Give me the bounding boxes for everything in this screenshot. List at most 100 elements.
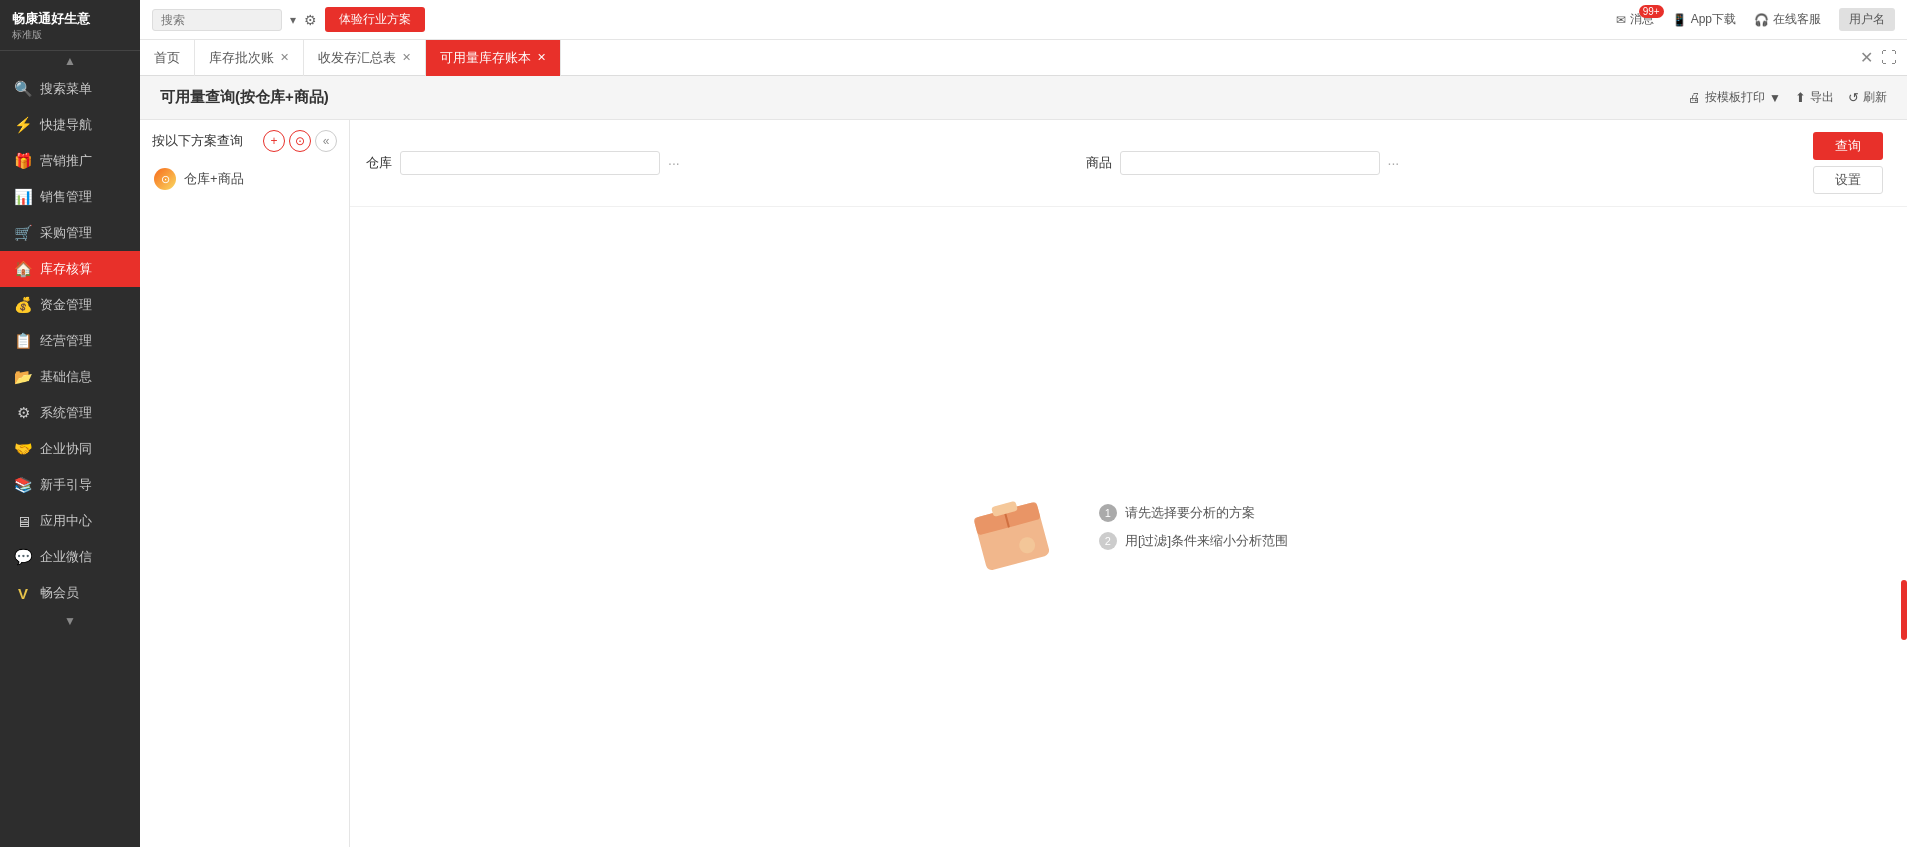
sidebar-item-system[interactable]: ⚙ 系统管理 xyxy=(0,395,140,431)
sidebar-item-marketing[interactable]: 🎁 营销推广 xyxy=(0,143,140,179)
page-header: 可用量查询(按仓库+商品) 🖨 按模板打印 ▼ ⬆ 导出 ↺ 刷新 xyxy=(140,76,1907,120)
finance-icon: 💰 xyxy=(14,296,32,314)
trial-button[interactable]: 体验行业方案 xyxy=(325,7,425,32)
tabs-actions: ✕ ⛶ xyxy=(1860,48,1907,67)
topbar-right: ✉ 消息 99+ 📱 App下载 🎧 在线客服 用户名 xyxy=(1616,8,1895,31)
tab-available-close[interactable]: ✕ xyxy=(537,51,546,64)
tab-collect[interactable]: 收发存汇总表 ✕ xyxy=(304,40,426,76)
sidebar-item-label: 采购管理 xyxy=(40,224,92,242)
sidebar-item-member[interactable]: V 畅会员 xyxy=(0,575,140,611)
warehouse-label: 仓库 xyxy=(366,154,392,172)
wechat-icon: 💬 xyxy=(14,548,32,566)
operation-icon: 📋 xyxy=(14,332,32,350)
sidebar-item-label: 快捷导航 xyxy=(40,116,92,134)
search-icon: 🔍 xyxy=(14,80,32,98)
filter-add-button[interactable]: + xyxy=(263,130,285,152)
warehouse-dots[interactable]: ··· xyxy=(668,155,680,171)
empty-step2: 2 用[过滤]条件来缩小分析范围 xyxy=(1099,532,1288,550)
sidebar-scroll-up[interactable]: ▲ xyxy=(0,51,140,71)
top-bar: ▾ ⚙ 体验行业方案 ✉ 消息 99+ 📱 App下载 🎧 在线客服 用户名 xyxy=(140,0,1907,40)
sidebar-item-finance[interactable]: 💰 资金管理 xyxy=(0,287,140,323)
settings-button[interactable]: 设置 xyxy=(1813,166,1883,194)
topbar-gear-icon[interactable]: ⚙ xyxy=(304,12,317,28)
print-button[interactable]: 🖨 按模板打印 ▼ xyxy=(1688,89,1781,106)
print-label: 按模板打印 xyxy=(1705,89,1765,106)
page-title: 可用量查询(按仓库+商品) xyxy=(160,88,329,107)
tab-collect-label: 收发存汇总表 xyxy=(318,49,396,67)
sidebar-item-search[interactable]: 🔍 搜索菜单 xyxy=(0,71,140,107)
sidebar-item-label: 资金管理 xyxy=(40,296,92,314)
tab-available[interactable]: 可用量库存账本 ✕ xyxy=(426,40,561,76)
tab-available-label: 可用量库存账本 xyxy=(440,49,531,67)
tab-home-label: 首页 xyxy=(154,49,180,67)
sidebar-item-appstore[interactable]: 🖥 应用中心 xyxy=(0,503,140,539)
sidebar-item-label: 销售管理 xyxy=(40,188,92,206)
system-icon: ⚙ xyxy=(14,404,32,422)
sidebar-item-label: 营销推广 xyxy=(40,152,92,170)
tab-home[interactable]: 首页 xyxy=(140,40,195,76)
goods-filter-group: 商品 ··· xyxy=(1086,151,1790,175)
app-icon: 📱 xyxy=(1672,13,1687,27)
sidebar-item-quick-nav[interactable]: ⚡ 快捷导航 xyxy=(0,107,140,143)
filter-panel: 按以下方案查询 + ⊙ « ⊙ 仓库+商品 xyxy=(140,120,350,847)
filter-panel-title: 按以下方案查询 xyxy=(152,132,243,150)
query-button[interactable]: 查询 xyxy=(1813,132,1883,160)
goods-dots[interactable]: ··· xyxy=(1388,155,1400,171)
sidebar-item-basic[interactable]: 📂 基础信息 xyxy=(0,359,140,395)
sidebar-item-enterprise[interactable]: 🤝 企业协同 xyxy=(0,431,140,467)
filter-scheme-item[interactable]: ⊙ 仓库+商品 xyxy=(140,160,349,198)
warehouse-input[interactable] xyxy=(400,151,660,175)
app-download-button[interactable]: 📱 App下载 xyxy=(1672,11,1736,28)
refresh-button[interactable]: ↺ 刷新 xyxy=(1848,89,1887,106)
user-menu[interactable]: 用户名 xyxy=(1839,8,1895,31)
refresh-label: 刷新 xyxy=(1863,89,1887,106)
sidebar-scroll-down[interactable]: ▼ xyxy=(0,611,140,631)
page-header-actions: 🖨 按模板打印 ▼ ⬆ 导出 ↺ 刷新 xyxy=(1688,89,1887,106)
sales-icon: 📊 xyxy=(14,188,32,206)
goods-input[interactable] xyxy=(1120,151,1380,175)
tab-collect-close[interactable]: ✕ xyxy=(402,51,411,64)
tab-maximize-button[interactable]: ⛶ xyxy=(1881,49,1897,67)
filter-panel-header: 按以下方案查询 + ⊙ « xyxy=(140,130,349,160)
export-button[interactable]: ⬆ 导出 xyxy=(1795,89,1834,106)
step2-text: 用[过滤]条件来缩小分析范围 xyxy=(1125,532,1288,550)
message-button[interactable]: ✉ 消息 99+ xyxy=(1616,11,1654,28)
sidebar-item-purchase[interactable]: 🛒 采购管理 xyxy=(0,215,140,251)
sidebar-item-newbie[interactable]: 📚 新手引导 xyxy=(0,467,140,503)
filter-collapse-button[interactable]: « xyxy=(315,130,337,152)
empty-step1: 1 请先选择要分析的方案 xyxy=(1099,504,1288,522)
logo-title: 畅康通好生意 xyxy=(12,10,128,28)
topbar-dropdown-icon[interactable]: ▾ xyxy=(290,13,296,27)
print-dropdown-icon[interactable]: ▼ xyxy=(1769,91,1781,105)
scheme-icon: ⊙ xyxy=(154,168,176,190)
message-icon: ✉ xyxy=(1616,13,1626,27)
right-area: 仓库 ··· 商品 ··· 查询 设置 xyxy=(350,120,1907,847)
export-icon: ⬆ xyxy=(1795,90,1806,105)
newbie-icon: 📚 xyxy=(14,476,32,494)
sidebar-item-wechat[interactable]: 💬 企业微信 xyxy=(0,539,140,575)
member-icon: V xyxy=(14,585,32,602)
filter-actions: 查询 设置 xyxy=(1805,132,1891,194)
tab-batch-close[interactable]: ✕ xyxy=(280,51,289,64)
sidebar-item-inventory[interactable]: 🏠 库存核算 xyxy=(0,251,140,287)
sidebar-item-operation[interactable]: 📋 经营管理 xyxy=(0,323,140,359)
empty-box-svg xyxy=(958,478,1068,588)
sidebar-item-label: 系统管理 xyxy=(40,404,92,422)
tab-batch[interactable]: 库存批次账 ✕ xyxy=(195,40,304,76)
sidebar-item-label: 基础信息 xyxy=(40,368,92,386)
sidebar-item-sales[interactable]: 📊 销售管理 xyxy=(0,179,140,215)
empty-state: 1 请先选择要分析的方案 2 用[过滤]条件来缩小分析范围 xyxy=(350,207,1907,847)
export-label: 导出 xyxy=(1810,89,1834,106)
refresh-icon: ↺ xyxy=(1848,90,1859,105)
tab-close-all-button[interactable]: ✕ xyxy=(1860,48,1873,67)
purchase-icon: 🛒 xyxy=(14,224,32,242)
empty-illustration xyxy=(969,477,1069,577)
sidebar-logo: 畅康通好生意 标准版 xyxy=(0,0,140,51)
right-edge-scrollbar xyxy=(1901,580,1907,640)
filter-settings-button[interactable]: ⊙ xyxy=(289,130,311,152)
sidebar-item-label: 畅会员 xyxy=(40,584,79,602)
sidebar-item-label: 新手引导 xyxy=(40,476,92,494)
quick-nav-icon: ⚡ xyxy=(14,116,32,134)
online-service-button[interactable]: 🎧 在线客服 xyxy=(1754,11,1821,28)
top-search-input[interactable] xyxy=(152,9,282,31)
